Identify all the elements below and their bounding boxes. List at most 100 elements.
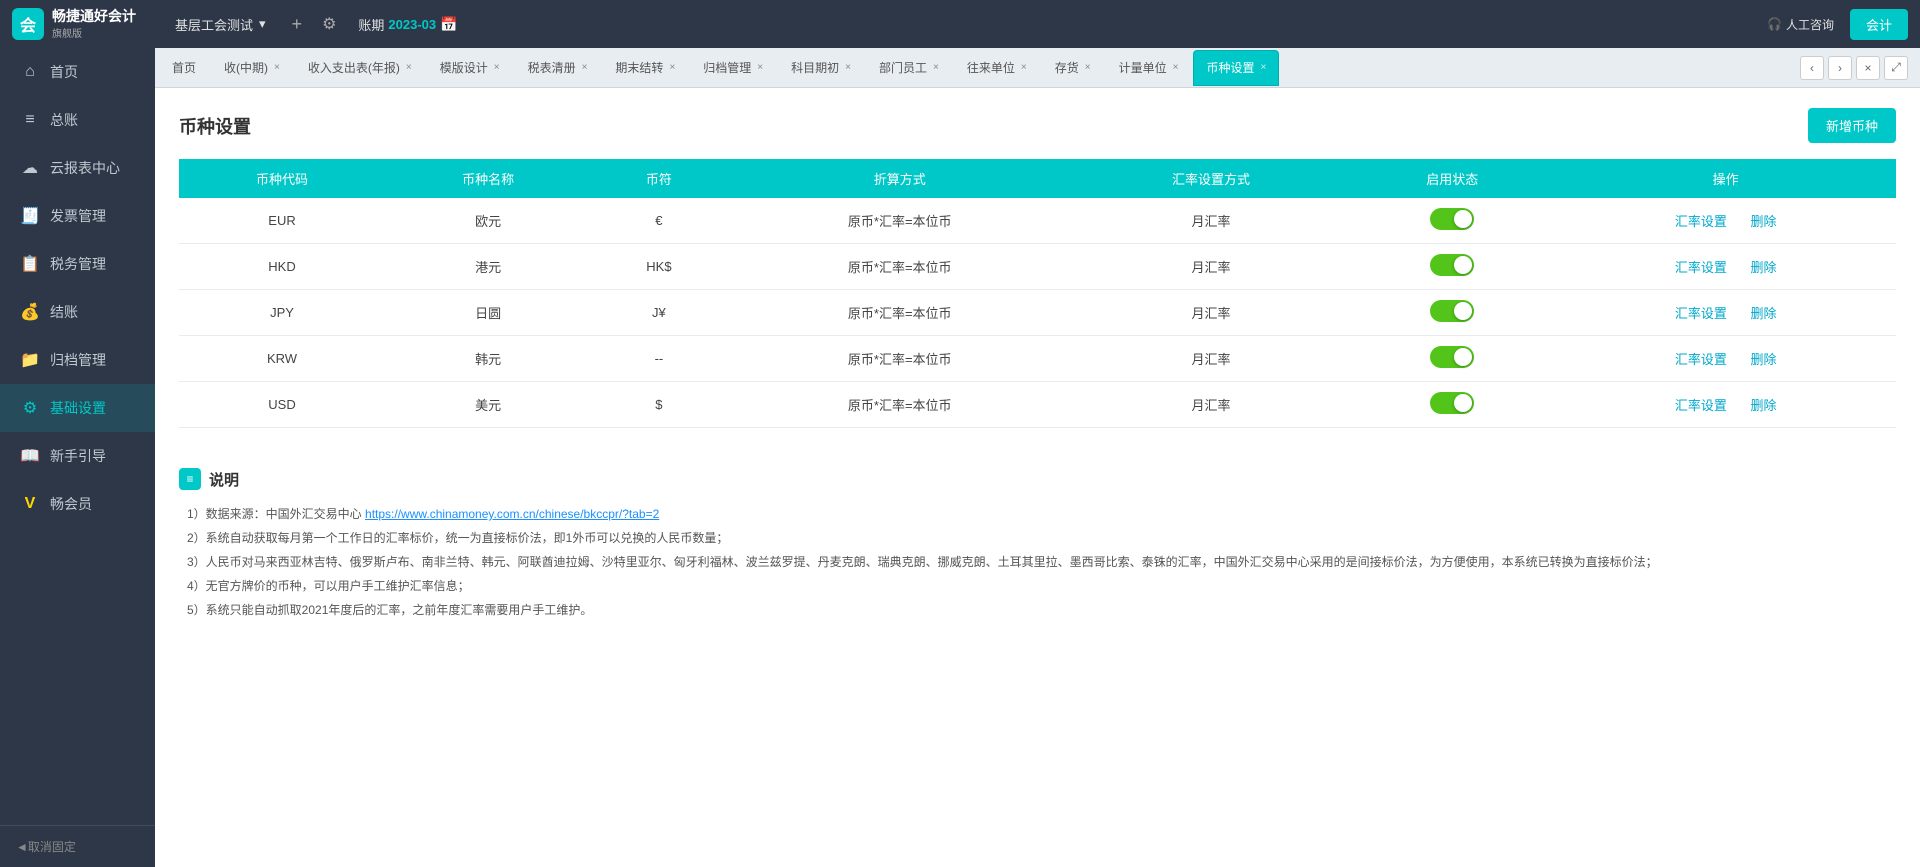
delete-btn-3[interactable]: 删除 [1750,352,1776,367]
cell-code-2: JPY [179,290,385,336]
rate-settings-0[interactable]: 汇率设置 [1675,214,1727,229]
tab-bar: 首页 收(中期) × 收入支出表(年报) × 模版设计 × 税表清册 × [155,48,1920,88]
tab-dept[interactable]: 部门员工 × [866,50,952,86]
delete-btn-4[interactable]: 删除 [1750,398,1776,413]
toggle-4[interactable] [1430,392,1474,414]
tab-close-balance[interactable]: × [274,62,280,73]
tab-close-subjects[interactable]: × [845,62,851,73]
tab-close-all-button[interactable]: × [1856,56,1880,80]
cell-rate-3: 月汇率 [1073,336,1350,382]
cell-status-3 [1349,336,1555,382]
toggle-1[interactable] [1430,254,1474,276]
sidebar-item-archive[interactable]: 📁 归档管理 [0,336,155,384]
cell-code-0: EUR [179,198,385,244]
tab-measure[interactable]: 计量单位 × [1106,50,1192,86]
cell-calc-1: 原币*汇率=本位币 [727,244,1073,290]
col-header-name: 币种名称 [385,159,591,198]
new-currency-button[interactable]: 新增币种 [1808,108,1896,143]
toggle-3[interactable] [1430,346,1474,368]
delete-btn-1[interactable]: 删除 [1750,260,1776,275]
rate-settings-3[interactable]: 汇率设置 [1675,352,1727,367]
settings-button[interactable]: ⚙ [316,14,342,34]
tab-archive[interactable]: 归档管理 × [690,50,776,86]
tab-close-units[interactable]: × [1021,62,1027,73]
toggle-2[interactable] [1430,300,1474,322]
cell-rate-2: 月汇率 [1073,290,1350,336]
notice-item: 4）无官方牌价的币种，可以用户手工维护汇率信息； [179,574,1896,598]
tab-tax[interactable]: 税表清册 × [515,50,601,86]
help-button[interactable]: 🎧 人工咨询 [1759,12,1842,37]
col-header-code: 币种代码 [179,159,385,198]
tab-units[interactable]: 往来单位 × [954,50,1040,86]
rate-settings-4[interactable]: 汇率设置 [1675,398,1727,413]
sidebar-item-settings[interactable]: ⚙ 基础设置 [0,384,155,432]
tab-subjects[interactable]: 科目期初 × [778,50,864,86]
tab-close-period-end[interactable]: × [669,62,675,73]
cloud-icon: ☁ [20,158,40,178]
sidebar-item-checkout[interactable]: 💰 结账 [0,288,155,336]
rate-settings-2[interactable]: 汇率设置 [1675,306,1727,321]
archive-icon: 📁 [20,350,40,370]
tab-inventory[interactable]: 存货 × [1042,50,1104,86]
tab-close-income[interactable]: × [406,62,412,73]
sidebar-item-guide[interactable]: 📖 新手引导 [0,432,155,480]
sidebar-item-reports[interactable]: ☁ 云报表中心 [0,144,155,192]
notice-title: ≡ 说明 [179,468,1896,490]
cell-name-1: 港元 [385,244,591,290]
calendar-icon[interactable]: 📅 [440,16,457,33]
sidebar-item-home[interactable]: ⌂ 首页 [0,48,155,96]
top-bar: 会 畅捷通好会计 旗舰版 基层工会测试 ▾ + ⚙ 账期 2023-03 📅 🎧… [0,0,1920,48]
delete-btn-2[interactable]: 删除 [1750,306,1776,321]
col-header-rate-method: 汇率设置方式 [1073,159,1350,198]
notice-item: 3）人民币对马来西亚林吉特、俄罗斯卢布、南非兰特、韩元、阿联酋迪拉姆、沙特里亚尔… [179,550,1896,574]
tab-close-currency[interactable]: × [1260,62,1266,73]
sidebar-item-tax[interactable]: 📋 税务管理 [0,240,155,288]
tab-close-tax[interactable]: × [582,62,588,73]
cell-calc-2: 原币*汇率=本位币 [727,290,1073,336]
sidebar-item-invoice[interactable]: 🧾 发票管理 [0,192,155,240]
tab-close-dept[interactable]: × [933,62,939,73]
cell-actions-2: 汇率设置 删除 [1555,290,1896,336]
sidebar-pin-button[interactable]: ◄取消固定 [0,825,155,867]
delete-btn-0[interactable]: 删除 [1750,214,1776,229]
cell-name-3: 韩元 [385,336,591,382]
tab-period-end[interactable]: 期末结转 × [602,50,688,86]
tab-close-template[interactable]: × [494,62,500,73]
tab-income[interactable]: 收入支出表(年报) × [295,50,425,86]
tab-close-measure[interactable]: × [1173,62,1179,73]
add-workspace-button[interactable]: + [286,14,309,35]
tab-close-archive[interactable]: × [757,62,763,73]
cell-rate-0: 月汇率 [1073,198,1350,244]
currency-table: 币种代码 币种名称 币符 折算方式 汇率设置方式 启用状态 操作 EUR 欧元 … [179,159,1896,428]
tab-currency[interactable]: 币种设置 × [1193,50,1279,86]
sidebar-item-vip[interactable]: V 畅会员 [0,480,155,528]
cell-actions-4: 汇率设置 删除 [1555,382,1896,428]
cell-actions-3: 汇率设置 删除 [1555,336,1896,382]
cell-code-3: KRW [179,336,385,382]
notice-section: ≡ 说明 1）数据来源：中国外汇交易中心 https://www.chinamo… [179,468,1896,622]
cell-symbol-0: € [591,198,727,244]
tab-balance[interactable]: 收(中期) × [211,50,293,86]
tab-home[interactable]: 首页 [159,50,209,86]
table-row: EUR 欧元 € 原币*汇率=本位币 月汇率 汇率设置 删除 [179,198,1896,244]
tab-next-button[interactable]: › [1828,56,1852,80]
cell-actions-0: 汇率设置 删除 [1555,198,1896,244]
logo-icon: 会 [12,8,44,40]
cell-code-4: USD [179,382,385,428]
company-selector[interactable]: 基层工会测试 ▾ [167,11,274,38]
rate-settings-1[interactable]: 汇率设置 [1675,260,1727,275]
col-header-symbol: 币符 [591,159,727,198]
notice-link[interactable]: https://www.chinamoney.com.cn/chinese/bk… [365,507,659,521]
cell-calc-4: 原币*汇率=本位币 [727,382,1073,428]
sidebar-item-ledger[interactable]: ≡ 总账 [0,96,155,144]
tab-close-inventory[interactable]: × [1085,62,1091,73]
cell-status-2 [1349,290,1555,336]
table-row: HKD 港元 HK$ 原币*汇率=本位币 月汇率 汇率设置 删除 [179,244,1896,290]
tab-prev-button[interactable]: ‹ [1800,56,1824,80]
cell-name-2: 日圆 [385,290,591,336]
account-button[interactable]: 会计 [1850,9,1908,40]
tab-expand-button[interactable]: ⤢ [1884,56,1908,80]
tab-template[interactable]: 模版设计 × [427,50,513,86]
toggle-0[interactable] [1430,208,1474,230]
table-row: KRW 韩元 -- 原币*汇率=本位币 月汇率 汇率设置 删除 [179,336,1896,382]
